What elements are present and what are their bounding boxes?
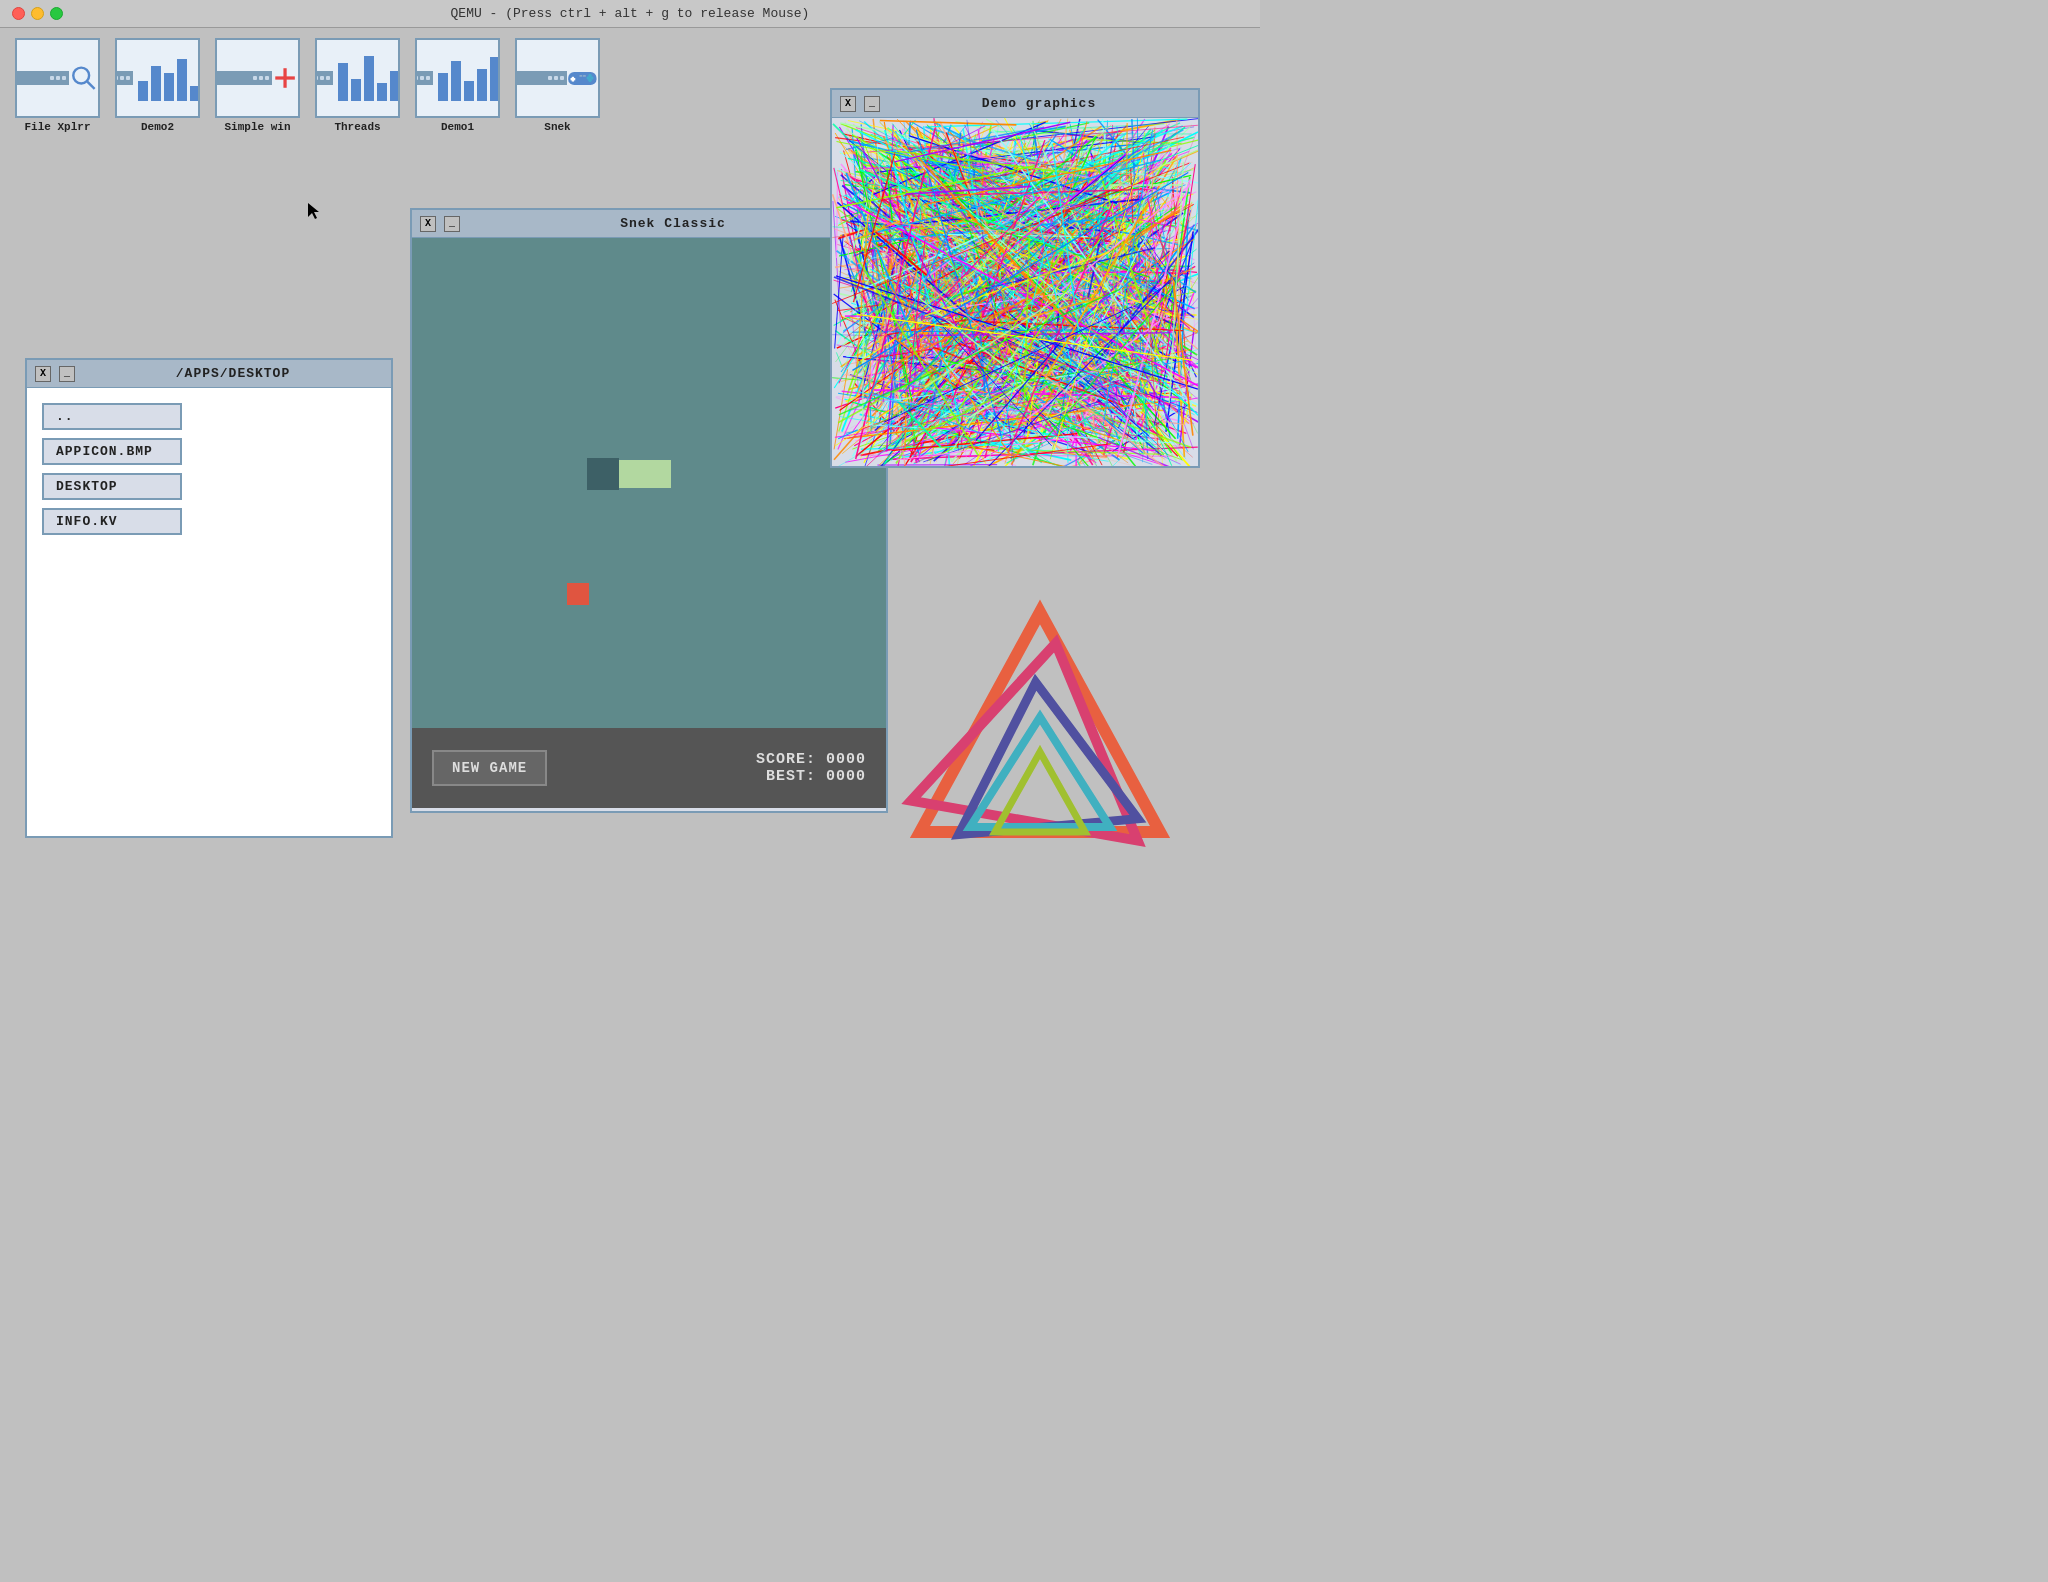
snek-icon-img <box>515 38 600 118</box>
snek-label: Snek <box>544 121 570 133</box>
score-display: SCORE: 0000 BEST: 0000 <box>756 751 866 785</box>
demo2-icon-img <box>115 38 200 118</box>
logo-svg <box>900 592 1180 872</box>
best-line: BEST: 0000 <box>756 768 866 785</box>
demo-graphics-canvas <box>832 118 1198 466</box>
svg-line-1 <box>87 82 94 89</box>
svg-rect-6 <box>571 78 576 80</box>
noise-canvas <box>832 118 1198 466</box>
snek-game-area[interactable] <box>412 238 886 728</box>
close-button[interactable] <box>12 7 25 20</box>
taskbar-icon-threads[interactable]: Threads <box>310 38 405 133</box>
threads-icon-img <box>315 38 400 118</box>
score-value: 0000 <box>826 751 866 768</box>
file-explorer-window: X _ /APPS/DESKTOP .. APPICON.BMP DESKTOP… <box>25 358 393 838</box>
taskbar-icon-simple-win[interactable]: Simple win <box>210 38 305 133</box>
traffic-lights[interactable] <box>12 7 63 20</box>
simple-win-icon-img <box>215 38 300 118</box>
file-explorer-title: /APPS/DESKTOP <box>83 366 383 381</box>
file-explorer-close[interactable]: X <box>35 366 51 382</box>
demo-graphics-window: X _ Demo graphics <box>830 88 1200 468</box>
demo1-icon-img <box>415 38 500 118</box>
taskbar-icon-demo2[interactable]: Demo2 <box>110 38 205 133</box>
demo1-label: Demo1 <box>441 121 474 133</box>
snek-classic-window: X _ Snek Classic NEW GAME SCORE: 0000 BE… <box>410 208 888 813</box>
file-item-infokv[interactable]: INFO.KV <box>42 508 182 535</box>
svg-marker-13 <box>308 203 319 219</box>
file-xplrr-label: File Xplrr <box>24 121 90 133</box>
snake-head <box>587 458 619 490</box>
snek-close[interactable]: X <box>420 216 436 232</box>
maximize-button[interactable] <box>50 7 63 20</box>
search-icon <box>69 54 98 102</box>
file-explorer-titlebar[interactable]: X _ /APPS/DESKTOP <box>27 360 391 388</box>
svg-point-0 <box>73 68 89 84</box>
plus-icon <box>272 58 298 98</box>
threads-label: Threads <box>334 121 380 133</box>
svg-rect-11 <box>580 75 583 77</box>
score-label: SCORE: <box>756 751 816 768</box>
demo-graphics-minimize[interactable]: _ <box>864 96 880 112</box>
threads-barchart <box>333 51 401 106</box>
file-item-appicon[interactable]: APPICON.BMP <box>42 438 182 465</box>
logo-area <box>900 592 1180 872</box>
taskbar-icon-demo1[interactable]: Demo1 <box>410 38 505 133</box>
taskbar-icon-file-xplrr[interactable]: File Xplrr <box>10 38 105 133</box>
snek-statusbar: NEW GAME SCORE: 0000 BEST: 0000 <box>412 728 886 808</box>
score-line: SCORE: 0000 <box>756 751 866 768</box>
taskbar-icon-snek[interactable]: Snek <box>510 38 605 133</box>
demo2-barchart <box>133 51 201 106</box>
best-value: 0000 <box>826 768 866 785</box>
file-item-desktop[interactable]: DESKTOP <box>42 473 182 500</box>
title-bar: QEMU - (Press ctrl + alt + g to release … <box>0 0 1260 28</box>
snek-title: Snek Classic <box>468 216 878 231</box>
svg-rect-12 <box>583 75 586 77</box>
new-game-button[interactable]: NEW GAME <box>432 750 547 786</box>
mouse-cursor <box>308 203 320 219</box>
desktop: File Xplrr Demo2 <box>0 28 1260 952</box>
best-label: BEST: <box>766 768 816 785</box>
demo1-barchart <box>433 51 501 106</box>
demo-graphics-titlebar[interactable]: X _ Demo graphics <box>832 90 1198 118</box>
snake-body <box>619 460 671 488</box>
file-explorer-minimize[interactable]: _ <box>59 366 75 382</box>
snek-titlebar[interactable]: X _ Snek Classic <box>412 210 886 238</box>
taskbar: File Xplrr Demo2 <box>10 38 605 133</box>
snek-minimize[interactable]: _ <box>444 216 460 232</box>
demo-graphics-close[interactable]: X <box>840 96 856 112</box>
simple-win-label: Simple win <box>224 121 290 133</box>
minimize-button[interactable] <box>31 7 44 20</box>
demo-graphics-title: Demo graphics <box>888 96 1190 111</box>
food-item <box>567 583 589 605</box>
file-item-dotdot[interactable]: .. <box>42 403 182 430</box>
demo2-label: Demo2 <box>141 121 174 133</box>
window-title: QEMU - (Press ctrl + alt + g to release … <box>451 6 810 21</box>
file-list: .. APPICON.BMP DESKTOP INFO.KV <box>27 388 391 836</box>
file-xplrr-icon-img <box>15 38 100 118</box>
gamepad-icon <box>567 58 598 98</box>
svg-point-9 <box>589 74 593 78</box>
svg-point-10 <box>589 79 593 83</box>
